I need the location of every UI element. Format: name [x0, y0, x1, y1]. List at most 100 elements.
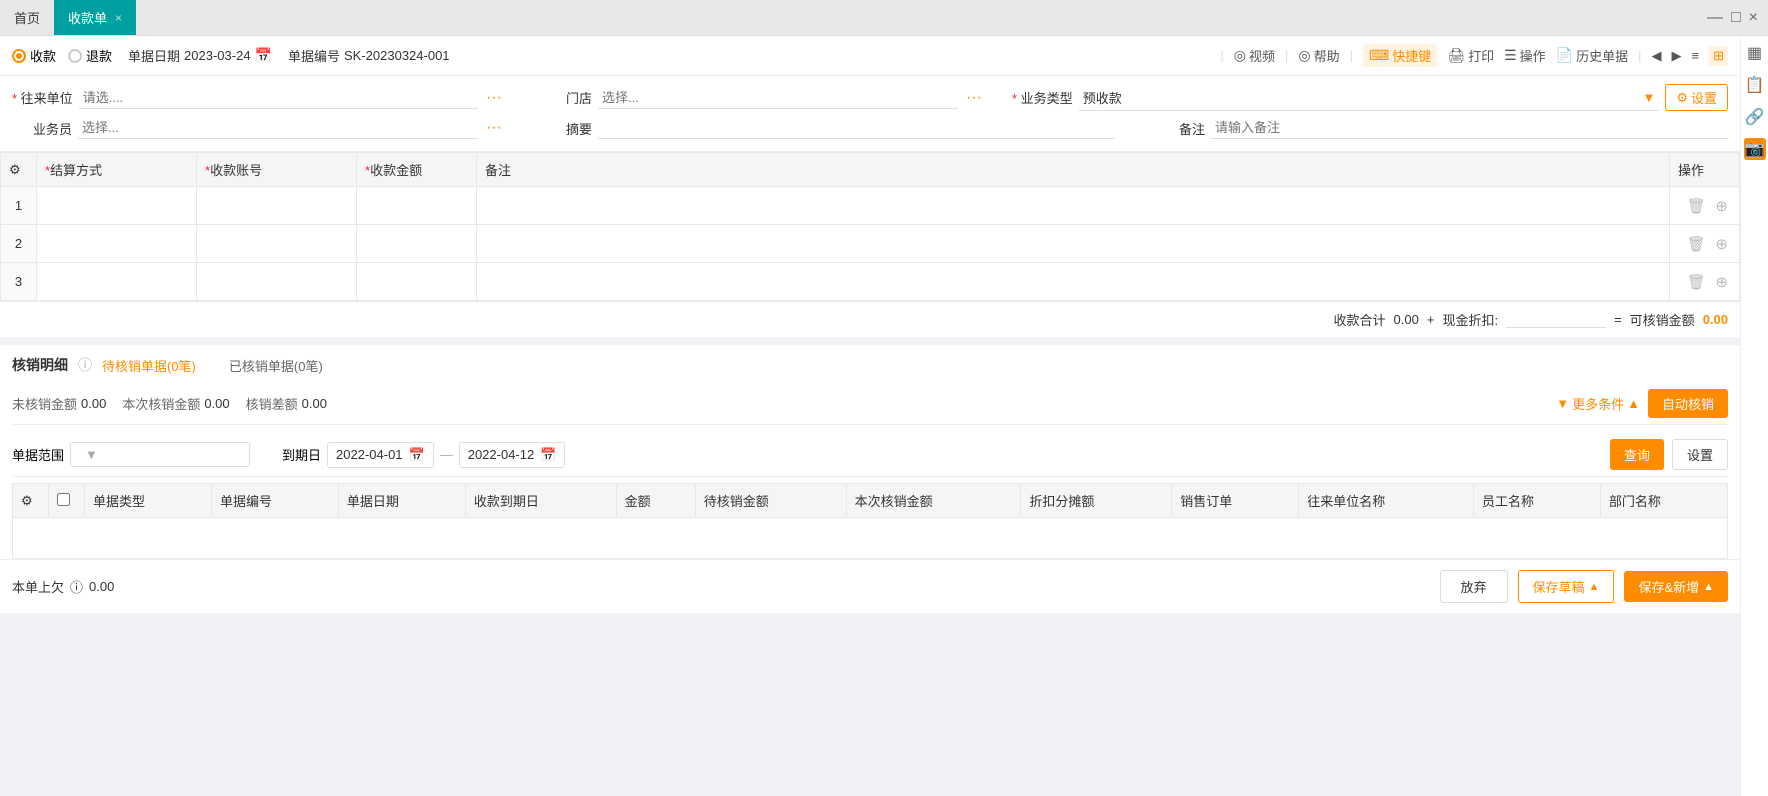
bill-range-arrow-icon: ▼ [85, 447, 98, 462]
cell-account-1[interactable] [197, 187, 357, 225]
summary-field: 摘要 [532, 117, 1115, 139]
video-btn[interactable]: ◎ 视频 [1234, 46, 1275, 65]
save-label: 保存&新增 [1638, 577, 1699, 596]
bottom-col-settings[interactable]: ⚙ [13, 484, 49, 518]
radio-group: 收款 退款 [12, 46, 112, 65]
nav-prev-icon[interactable]: ◀ [1652, 48, 1662, 64]
sidebar-icon-link[interactable]: 🔗 [1744, 106, 1766, 128]
date-separator: — [440, 447, 453, 462]
nav-next-icon[interactable]: ▶ [1672, 48, 1682, 64]
filter-icon: ▼ [1556, 396, 1569, 411]
cell-amount-3[interactable] [357, 263, 477, 301]
counterpart-input[interactable] [79, 87, 478, 109]
radio-refund[interactable]: 退款 [68, 46, 112, 65]
query-button[interactable]: 查询 [1610, 439, 1664, 470]
counterpart-field: * 往来单位 ··· [12, 87, 502, 109]
calendar-icon[interactable]: 📅 [255, 47, 272, 64]
col-settings-header[interactable]: ⚙ [1, 153, 37, 187]
select-all-checkbox[interactable] [57, 493, 70, 506]
this-bill-info-icon[interactable]: ⓘ [70, 577, 83, 596]
cell-remark-1[interactable] [477, 187, 1670, 225]
operation-btn[interactable]: ☰ 操作 [1504, 46, 1546, 65]
cell-remark-3[interactable] [477, 263, 1670, 301]
sidebar-icon-camera[interactable]: 📷 [1744, 138, 1766, 160]
date-end-cal-icon[interactable]: 📅 [540, 447, 556, 463]
copy-row-1-icon[interactable]: ⊕ [1715, 198, 1728, 215]
nav-grid-icon[interactable]: ⊞ [1709, 46, 1728, 66]
draft-arrow-icon: ▲ [1589, 581, 1600, 593]
verify-actions: ▼ 更多条件 ▲ 自动核销 [1556, 389, 1728, 418]
store-more-icon[interactable]: ··· [966, 89, 982, 107]
delete-row-1-icon[interactable]: 🗑 [1687, 198, 1706, 215]
history-btn[interactable]: 📄 历史单据 [1556, 46, 1628, 65]
biz-type-select[interactable]: 预收款 ▼ [1079, 85, 1660, 111]
salesperson-more-icon[interactable]: ··· [486, 119, 502, 137]
table-section: ⚙ *结算方式 *收款账号 *收款金额 备注 [0, 152, 1740, 301]
verify-tab-done[interactable]: 已核销单据(0笔) [229, 356, 323, 375]
counterpart-more-icon[interactable]: ··· [486, 89, 502, 107]
salesperson-input[interactable] [78, 117, 478, 139]
print-icon: 🖨 [1447, 47, 1465, 64]
cell-amount-2[interactable] [357, 225, 477, 263]
abandon-button[interactable]: 放弃 [1440, 570, 1508, 603]
window-minimize-icon[interactable]: — [1707, 9, 1723, 27]
equals-sign: = [1614, 312, 1622, 327]
verify-tab-pending[interactable]: 待核销单据(0笔) [102, 356, 196, 375]
save-button[interactable]: 保存&新增 ▲ [1624, 571, 1728, 602]
col-settlement: *结算方式 [37, 153, 197, 187]
col-remark: 备注 [477, 153, 1670, 187]
store-input[interactable] [598, 87, 958, 109]
nav-list-icon[interactable]: ≡ [1692, 48, 1700, 63]
stat-unchecked-value: 0.00 [81, 396, 106, 411]
cell-account-2[interactable] [197, 225, 357, 263]
cell-settlement-2[interactable] [37, 225, 197, 263]
cell-account-3[interactable] [197, 263, 357, 301]
sidebar-icon-grid[interactable]: ▦ [1744, 42, 1766, 64]
copy-row-2-icon[interactable]: ⊕ [1715, 236, 1728, 253]
tab-home-label: 首页 [14, 8, 40, 27]
sidebar-icon-table[interactable]: 📋 [1744, 74, 1766, 96]
more-conditions-btn[interactable]: ▼ 更多条件 ▲ [1556, 394, 1640, 413]
help-btn[interactable]: ◎ 帮助 [1298, 46, 1339, 65]
bill-range-select[interactable]: ▼ [70, 442, 250, 467]
settings-button[interactable]: ⚙ 设置 [1665, 84, 1728, 111]
window-maximize-icon[interactable]: □ [1731, 9, 1741, 27]
discount-input[interactable] [1506, 312, 1606, 328]
tab-active-label: 收款单 [68, 8, 107, 27]
divider-1: | [1220, 48, 1223, 63]
stat-unchecked: 未核销金额 0.00 [12, 394, 106, 413]
cell-settlement-3[interactable] [37, 263, 197, 301]
shortcut-btn[interactable]: ⌨ 快捷键 [1363, 44, 1437, 67]
remark-input[interactable] [1211, 117, 1728, 139]
cell-remark-2[interactable] [477, 225, 1670, 263]
verify-info-icon[interactable]: ⓘ [78, 355, 92, 375]
discount-label: 现金折扣: [1442, 310, 1498, 329]
salesperson-label: 业务员 [12, 119, 72, 138]
date-start-value[interactable]: 2022-04-01 [336, 447, 403, 462]
window-close-icon[interactable]: × [1749, 9, 1758, 27]
radio-receipt-label: 收款 [30, 46, 56, 65]
row-num-2: 2 [1, 225, 37, 263]
setting-button-2[interactable]: 设置 [1672, 439, 1728, 470]
cell-settlement-1[interactable] [37, 187, 197, 225]
date-end-value[interactable]: 2022-04-12 [468, 447, 535, 462]
date-start-cal-icon[interactable]: 📅 [409, 447, 425, 463]
tab-close-icon[interactable]: × [115, 11, 122, 25]
print-btn[interactable]: 🖨 打印 [1447, 46, 1494, 65]
draft-button[interactable]: 保存草稿 ▲ [1518, 570, 1615, 603]
copy-row-3-icon[interactable]: ⊕ [1715, 274, 1728, 291]
delete-row-3-icon[interactable]: 🗑 [1687, 274, 1706, 291]
tab-home[interactable]: 首页 [0, 0, 54, 35]
tab-active[interactable]: 收款单 × [54, 0, 136, 35]
form-row-2: 业务员 ··· 摘要 备注 [12, 117, 1728, 139]
stat-unchecked-label: 未核销金额 [12, 394, 77, 413]
radio-receipt[interactable]: 收款 [12, 46, 56, 65]
filter-expand-icon: ▲ [1627, 396, 1640, 411]
summary-input[interactable] [598, 117, 1115, 139]
verify-title: 核销明细 [12, 355, 68, 375]
biz-type-field: * 业务类型 预收款 ▼ ⚙ 设置 [1012, 84, 1728, 111]
more-conditions-label: 更多条件 [1572, 394, 1624, 413]
auto-verify-btn[interactable]: 自动核销 [1648, 389, 1728, 418]
cell-amount-1[interactable] [357, 187, 477, 225]
delete-row-2-icon[interactable]: 🗑 [1687, 236, 1706, 253]
